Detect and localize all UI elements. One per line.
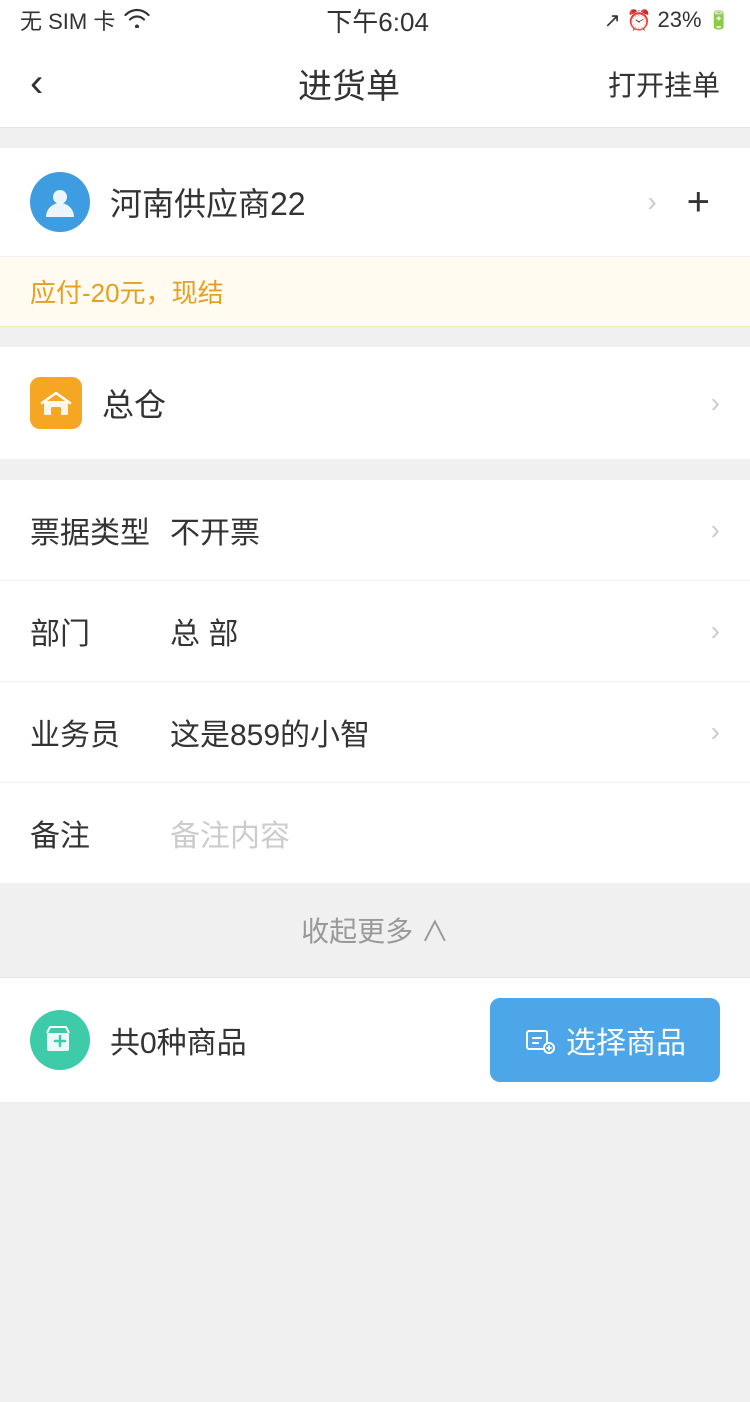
- salesperson-label: 业务员: [30, 710, 170, 754]
- remark-label: 备注: [30, 811, 170, 855]
- location-icon: ↗: [604, 8, 621, 33]
- warehouse-name: 总仓: [102, 380, 711, 426]
- select-product-button[interactable]: 选择商品: [490, 998, 720, 1082]
- rest-area: [0, 1102, 750, 1402]
- nav-bar: ‹ 进货单 打开挂单: [0, 40, 750, 128]
- back-button[interactable]: ‹: [30, 61, 90, 106]
- section-gap-3: [0, 460, 750, 480]
- invoice-type-chevron-icon: ›: [711, 514, 720, 546]
- select-product-label: 选择商品: [566, 1018, 686, 1062]
- alarm-icon: ⏰: [627, 8, 652, 33]
- product-count: 共0种商品: [110, 1018, 490, 1062]
- section-gap-2: [0, 327, 750, 347]
- department-chevron-icon: ›: [711, 615, 720, 647]
- form-section: 票据类型 不开票 › 部门 总 部 › 业务员 这是859的小智 › 备注 备注…: [0, 480, 750, 884]
- open-pending-button[interactable]: 打开挂单: [608, 64, 720, 104]
- warehouse-chevron-icon: ›: [711, 387, 720, 419]
- section-gap-1: [0, 128, 750, 148]
- warehouse-icon: [30, 377, 82, 429]
- collapse-label: 收起更多 ∧: [301, 910, 449, 950]
- status-right: ↗ ⏰ 23% 🔋: [604, 7, 730, 33]
- department-row[interactable]: 部门 总 部 ›: [0, 581, 750, 682]
- supplier-name: 河南供应商22: [110, 179, 647, 225]
- salesperson-row[interactable]: 业务员 这是859的小智 ›: [0, 682, 750, 783]
- supplier-chevron-icon: ›: [647, 186, 656, 218]
- invoice-type-label: 票据类型: [30, 508, 170, 552]
- invoice-type-row[interactable]: 票据类型 不开票 ›: [0, 480, 750, 581]
- supplier-notice: 应付-20元，现结: [0, 257, 750, 327]
- status-carrier: 无 SIM 卡: [20, 4, 151, 36]
- supplier-row[interactable]: 河南供应商22 › +: [0, 148, 750, 257]
- bottom-bar: 共0种商品 选择商品: [0, 977, 750, 1102]
- department-label: 部门: [30, 609, 170, 653]
- salesperson-chevron-icon: ›: [711, 716, 720, 748]
- wifi-icon: [123, 6, 151, 34]
- status-bar: 无 SIM 卡 下午6:04 ↗ ⏰ 23% 🔋: [0, 0, 750, 40]
- remark-value[interactable]: 备注内容: [170, 811, 720, 855]
- department-value: 总 部: [170, 609, 711, 653]
- warehouse-row[interactable]: 总仓 ›: [0, 347, 750, 460]
- product-cart-icon: [30, 1010, 90, 1070]
- collapse-button[interactable]: 收起更多 ∧: [0, 884, 750, 976]
- supplier-section: 河南供应商22 › + 应付-20元，现结: [0, 148, 750, 327]
- battery-text: 23%: [658, 7, 702, 33]
- remark-row[interactable]: 备注 备注内容: [0, 783, 750, 884]
- battery-icon: 🔋: [708, 10, 730, 31]
- supplier-avatar: [30, 172, 90, 232]
- salesperson-value: 这是859的小智: [170, 710, 711, 754]
- add-supplier-button[interactable]: +: [677, 180, 720, 225]
- status-time: 下午6:04: [326, 2, 429, 39]
- invoice-type-value: 不开票: [170, 508, 711, 552]
- page-title: 进货单: [298, 59, 400, 108]
